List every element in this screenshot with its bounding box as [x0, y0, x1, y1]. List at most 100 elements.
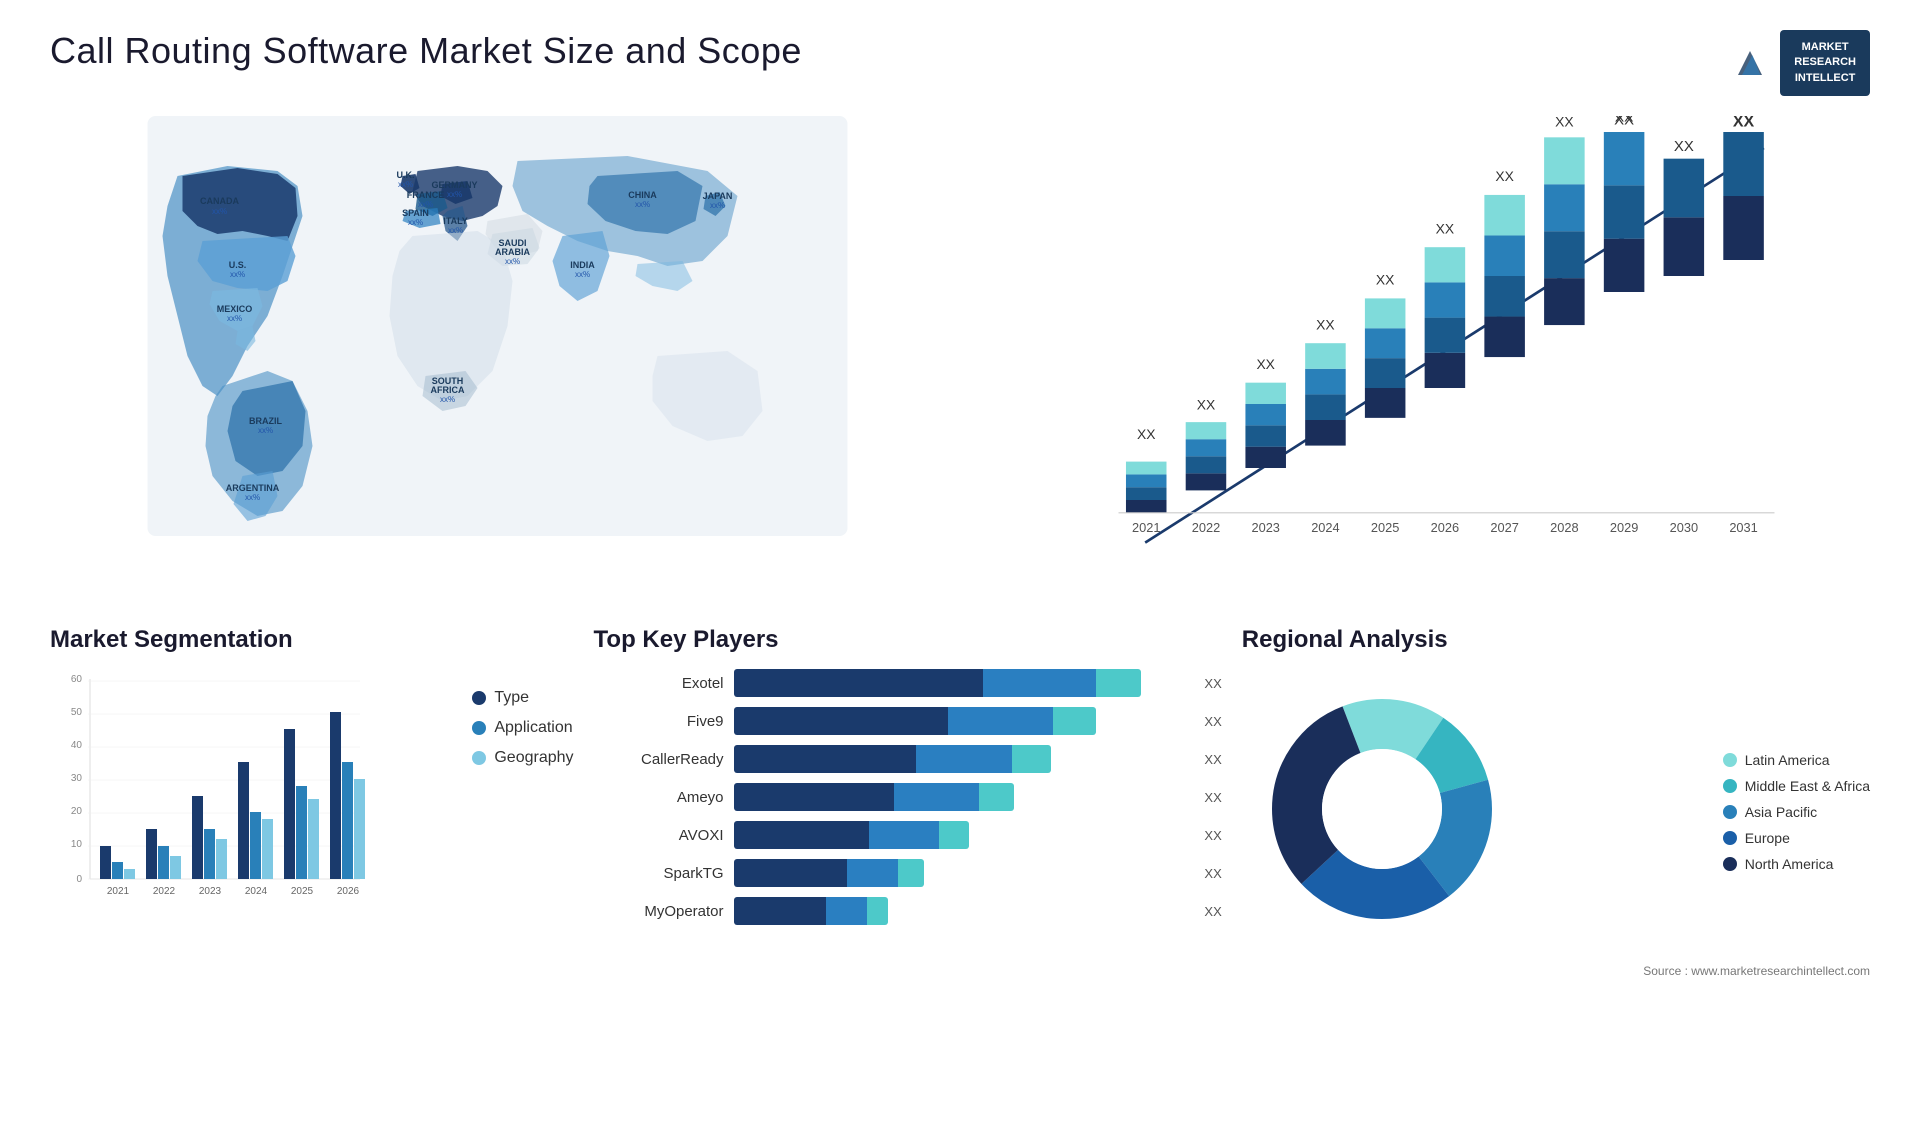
legend-label-geography: Geography: [494, 749, 573, 767]
bar-2021-s1: [1126, 500, 1167, 513]
svg-text:40: 40: [71, 740, 83, 751]
player-row-sparktg: SparkTG XX: [594, 859, 1222, 887]
svg-text:0: 0: [76, 874, 82, 885]
regional-section: Regional Analysis Latin Ame: [1242, 626, 1870, 978]
player-row-exotel: Exotel XX: [594, 669, 1222, 697]
svg-text:xx%: xx%: [440, 395, 455, 404]
svg-text:XX: XX: [1137, 426, 1156, 442]
player-name-five9: Five9: [594, 713, 724, 730]
reg-item-asia: Asia Pacific: [1723, 804, 1870, 820]
player-bar-wrap-exotel: [734, 669, 1187, 697]
seg-chart-container: 0 10 20 30 40 50 60: [50, 669, 574, 934]
bar-2021-s4: [1126, 462, 1167, 475]
svg-text:AFRICA: AFRICA: [431, 385, 465, 395]
svg-text:xx%: xx%: [212, 207, 227, 216]
player-xx-avoxi: XX: [1204, 828, 1221, 843]
page-header: Call Routing Software Market Size and Sc…: [50, 30, 1870, 96]
player-bar-wrap-myoperator: [734, 897, 1187, 925]
player-name-sparktg: SparkTG: [594, 865, 724, 882]
top-section: CANADA xx% U.S. xx% MEXICO xx% BRAZIL xx…: [50, 116, 1870, 596]
svg-text:2025: 2025: [291, 886, 314, 897]
bottom-section: Market Segmentation 0 10 20 30 40: [50, 626, 1870, 978]
svg-text:xx%: xx%: [447, 190, 462, 199]
player-row-myoperator: MyOperator XX: [594, 897, 1222, 925]
svg-text:xx%: xx%: [408, 218, 423, 227]
donut-center: [1322, 749, 1442, 869]
svg-text:xx%: xx%: [227, 314, 242, 323]
reg-dot-europe: [1723, 831, 1737, 845]
donut-wrap: [1242, 669, 1703, 954]
germany-label: GERMANY: [431, 180, 477, 190]
regional-container: Latin America Middle East & Africa Asia …: [1242, 669, 1870, 954]
segmentation-chart: 0 10 20 30 40 50 60: [50, 669, 370, 929]
france-label: FRANCE: [407, 190, 445, 200]
regional-title: Regional Analysis: [1242, 626, 1870, 654]
svg-text:xx%: xx%: [448, 226, 463, 235]
svg-text:xx%: xx%: [505, 257, 520, 266]
svg-text:30: 30: [71, 773, 83, 784]
svg-text:ARABIA: ARABIA: [495, 247, 530, 257]
reg-label-asia: Asia Pacific: [1745, 804, 1817, 820]
seg-svg-wrap: 0 10 20 30 40 50 60: [50, 669, 452, 934]
reg-dot-northamerica: [1723, 857, 1737, 871]
svg-text:2021: 2021: [107, 886, 130, 897]
reg-dot-mideast: [1723, 779, 1737, 793]
svg-text:xx%: xx%: [398, 180, 413, 189]
reg-item-latin: Latin America: [1723, 752, 1870, 768]
player-row-avoxi: AVOXI XX: [594, 821, 1222, 849]
player-xx-callerready: XX: [1204, 752, 1221, 767]
donut-chart: [1242, 669, 1522, 949]
reg-label-northamerica: North America: [1745, 856, 1834, 872]
players-list: Exotel XX Five9: [594, 669, 1222, 925]
svg-text:2028: 2028: [1550, 520, 1578, 535]
svg-text:xx%: xx%: [575, 270, 590, 279]
bar-chart-section: XX XX XX XX XX: [975, 116, 1870, 596]
player-row-ameyo: Ameyo XX: [594, 783, 1222, 811]
china-label: CHINA: [628, 190, 657, 200]
argentina-label: ARGENTINA: [226, 483, 280, 493]
svg-text:2021: 2021: [1132, 520, 1160, 535]
legend-dot-application: [472, 721, 486, 735]
legend-type: Type: [472, 689, 573, 707]
page-title: Call Routing Software Market Size and Sc…: [50, 30, 802, 72]
players-section: Top Key Players Exotel XX Five9: [594, 626, 1222, 978]
world-map-svg: CANADA xx% U.S. xx% MEXICO xx% BRAZIL xx…: [50, 116, 945, 536]
svg-text:XX: XX: [1495, 168, 1514, 184]
logo-text: MARKET RESEARCH INTELLECT: [1780, 30, 1870, 96]
canada-label: CANADA: [200, 196, 239, 206]
segmentation-title: Market Segmentation: [50, 626, 574, 654]
svg-text:XX: XX: [1197, 397, 1216, 413]
map-container: CANADA xx% U.S. xx% MEXICO xx% BRAZIL xx…: [50, 116, 945, 536]
logo-icon: [1730, 43, 1770, 83]
svg-text:2025: 2025: [1371, 520, 1399, 535]
uk-label: U.K.: [397, 170, 415, 180]
reg-item-mideast: Middle East & Africa: [1723, 778, 1870, 794]
svg-text:10: 10: [71, 839, 83, 850]
svg-text:2022: 2022: [1192, 520, 1220, 535]
seg-legend: Type Application Geography: [472, 669, 573, 767]
reg-label-latin: Latin America: [1745, 752, 1830, 768]
player-bar-wrap-ameyo: [734, 783, 1187, 811]
reg-label-europe: Europe: [1745, 830, 1790, 846]
bar-2021-s2: [1126, 487, 1167, 500]
svg-text:XX: XX: [1674, 138, 1694, 155]
player-name-exotel: Exotel: [594, 675, 724, 692]
svg-text:2024: 2024: [1311, 520, 1339, 535]
map-section: CANADA xx% U.S. xx% MEXICO xx% BRAZIL xx…: [50, 116, 945, 596]
italy-label: ITALY: [443, 216, 468, 226]
brazil-label: BRAZIL: [249, 416, 282, 426]
svg-text:60: 60: [71, 674, 83, 685]
svg-text:2023: 2023: [199, 886, 222, 897]
svg-text:XX: XX: [1614, 116, 1634, 129]
player-xx-exotel: XX: [1204, 676, 1221, 691]
svg-text:2031: 2031: [1729, 520, 1757, 535]
mexico-label: MEXICO: [217, 304, 253, 314]
us-label: U.S.: [229, 260, 247, 270]
bar-2021-s3: [1126, 475, 1167, 488]
svg-text:2023: 2023: [1251, 520, 1279, 535]
legend-dot-geography: [472, 751, 486, 765]
regional-legend: Latin America Middle East & Africa Asia …: [1723, 752, 1870, 872]
svg-text:XX: XX: [1376, 272, 1395, 288]
svg-text:2030: 2030: [1670, 520, 1698, 535]
reg-item-europe: Europe: [1723, 830, 1870, 846]
